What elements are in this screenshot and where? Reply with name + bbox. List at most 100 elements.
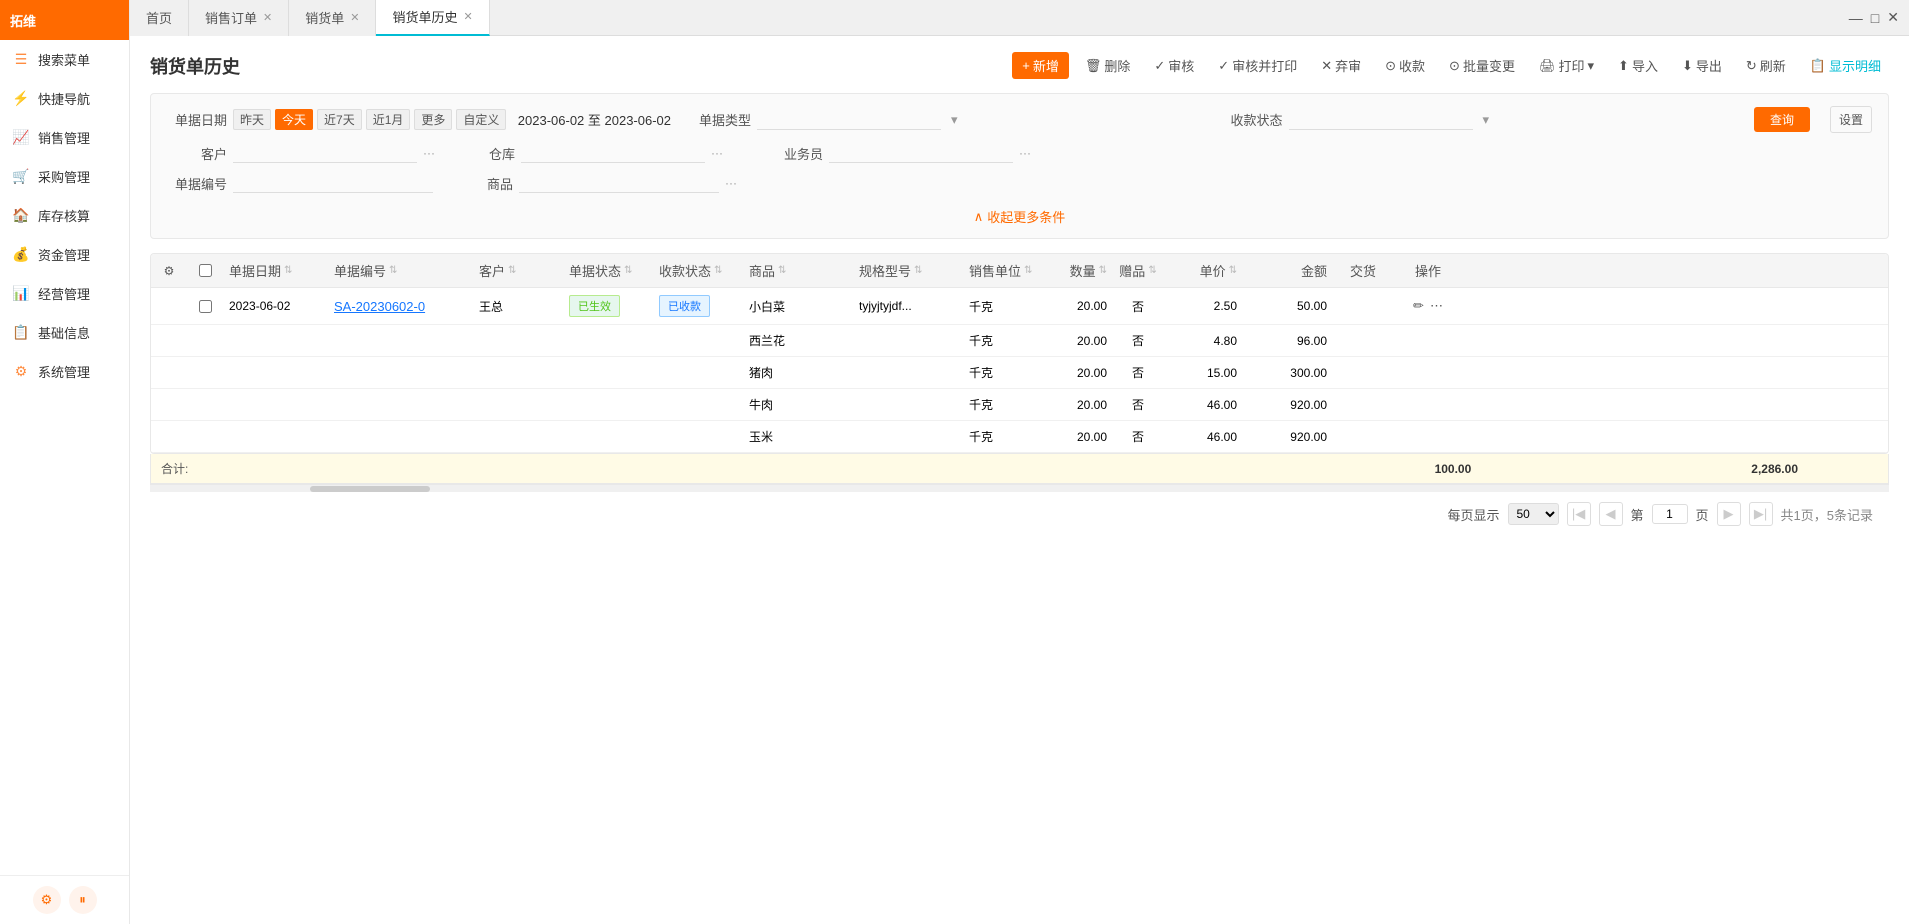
- row1-check[interactable]: [187, 288, 223, 324]
- per-page-select[interactable]: 50 100 200: [1508, 503, 1559, 525]
- th-spec[interactable]: 规格型号 ⇅: [853, 254, 963, 287]
- last7days-btn[interactable]: 近7天: [317, 109, 362, 130]
- biz-person-ellipsis[interactable]: ···: [1019, 146, 1031, 160]
- th-customer[interactable]: 客户 ⇅: [473, 254, 563, 287]
- sidebar-item-purchase-mgmt[interactable]: 🛒 采购管理: [0, 157, 129, 196]
- collapse-button[interactable]: ∧ 收起更多条件: [167, 203, 1872, 226]
- sidebar-item-search-menu[interactable]: ☰ 搜索菜单: [0, 40, 129, 79]
- tab-sales-order[interactable]: 销售订单 ✕: [189, 0, 289, 36]
- last-page-btn[interactable]: ▶|: [1749, 502, 1773, 526]
- filter-biz-person-input[interactable]: [829, 143, 1013, 163]
- tab-sales-delivery[interactable]: 销货单 ✕: [289, 0, 376, 36]
- export-button[interactable]: ⬇ 导出: [1674, 52, 1730, 79]
- th-qty[interactable]: 数量 ⇅: [1043, 254, 1113, 287]
- th-gift[interactable]: 赠品 ⇅: [1113, 254, 1163, 287]
- row1-gift: 否: [1113, 288, 1163, 324]
- more-btn[interactable]: 更多: [414, 109, 452, 130]
- last1month-btn[interactable]: 近1月: [366, 109, 411, 130]
- row1-edit-icon[interactable]: ✏: [1413, 298, 1424, 314]
- next-page-btn[interactable]: ▶: [1717, 502, 1741, 526]
- page-title: 销货单历史: [150, 53, 240, 79]
- row4-settings: [151, 389, 187, 420]
- th-goods[interactable]: 商品 ⇅: [743, 254, 853, 287]
- row5-trade: [1333, 421, 1393, 452]
- print-button[interactable]: 🖨 打印 ▾: [1531, 52, 1602, 79]
- close-btn-win[interactable]: ✕: [1887, 9, 1899, 26]
- row1-action-icons: ✏ ⋯: [1413, 298, 1443, 314]
- row1-num-link[interactable]: SA-20230602-0: [334, 299, 425, 314]
- approve-button[interactable]: ✓ 审核: [1146, 52, 1202, 79]
- maximize-btn[interactable]: □: [1871, 10, 1879, 26]
- th-price[interactable]: 单价 ⇅: [1163, 254, 1243, 287]
- th-status[interactable]: 单据状态 ⇅: [563, 254, 653, 287]
- collect-button[interactable]: ⊙ 收款: [1377, 52, 1433, 79]
- tab-home[interactable]: 首页: [130, 0, 189, 36]
- tab-sales-history-close[interactable]: ✕: [464, 10, 473, 23]
- new-button[interactable]: + 新增: [1012, 52, 1069, 79]
- price-sort-icon: ⇅: [1229, 265, 1237, 276]
- warehouse-ellipsis[interactable]: ···: [711, 146, 723, 160]
- row3-customer: [473, 357, 563, 388]
- filter-pay-status-input[interactable]: [1289, 110, 1473, 130]
- row4-trade: [1333, 389, 1393, 420]
- bottom-settings-icon[interactable]: ⚙: [33, 886, 61, 914]
- first-page-btn[interactable]: |◀: [1567, 502, 1591, 526]
- th-amount[interactable]: 金额: [1243, 254, 1333, 287]
- abandon-button[interactable]: ✕ 弃审: [1313, 52, 1369, 79]
- filter-goods-label: 商品: [453, 174, 513, 193]
- tab-sales-delivery-close[interactable]: ✕: [350, 11, 359, 24]
- sidebar-item-quick-nav[interactable]: ⚡ 快捷导航: [0, 79, 129, 118]
- prev-page-btn[interactable]: ◀: [1599, 502, 1623, 526]
- filter-warehouse-input[interactable]: [521, 143, 705, 163]
- delete-button[interactable]: 🗑 删除: [1077, 52, 1139, 79]
- filter-doc-type-input[interactable]: [757, 110, 941, 130]
- current-page-input[interactable]: [1652, 504, 1688, 524]
- filter-doc-num-input[interactable]: [233, 173, 433, 193]
- goods-ellipsis[interactable]: ···: [725, 176, 737, 190]
- th-unit[interactable]: 销售单位 ⇅: [963, 254, 1043, 287]
- filter-goods-input[interactable]: [519, 173, 719, 193]
- sidebar-item-sys-mgmt[interactable]: ⚙ 系统管理: [0, 352, 129, 391]
- filter-biz-person-item: 业务员 ···: [763, 143, 1031, 163]
- tab-sales-order-close[interactable]: ✕: [263, 11, 272, 24]
- filter-doc-type-label: 单据类型: [691, 110, 751, 129]
- row3-gift: 否: [1113, 357, 1163, 388]
- filter-date-label: 单据日期: [167, 110, 227, 129]
- row1-more-icon[interactable]: ⋯: [1430, 298, 1443, 314]
- settings-filter-button[interactable]: 设置: [1830, 106, 1872, 133]
- refresh-button[interactable]: ↻ 刷新: [1738, 52, 1794, 79]
- customer-ellipsis[interactable]: ···: [423, 146, 435, 160]
- sidebar-item-finance[interactable]: 💰 资金管理: [0, 235, 129, 274]
- tab-sales-history[interactable]: 销货单历史 ✕: [376, 0, 489, 36]
- sidebar-item-inventory[interactable]: 🏠 库存核算: [0, 196, 129, 235]
- row5-gift: 否: [1113, 421, 1163, 452]
- summary-label: 合计:: [161, 460, 221, 477]
- row3-settings: [151, 357, 187, 388]
- th-num[interactable]: 单据编号 ⇅: [328, 254, 473, 287]
- sidebar-item-basic-info[interactable]: 📋 基础信息: [0, 313, 129, 352]
- row1-num[interactable]: SA-20230602-0: [328, 288, 473, 324]
- batch-change-button[interactable]: ⊙ 批量变更: [1441, 52, 1523, 79]
- th-pay-status[interactable]: 收款状态 ⇅: [653, 254, 743, 287]
- filter-customer-input[interactable]: [233, 143, 417, 163]
- yesterday-btn[interactable]: 昨天: [233, 109, 271, 130]
- today-btn[interactable]: 今天: [275, 109, 313, 130]
- show-detail-button[interactable]: 📋 显示明细: [1802, 52, 1889, 79]
- th-trade[interactable]: 交货: [1333, 254, 1393, 287]
- horizontal-scrollbar[interactable]: [150, 484, 1889, 492]
- th-settings[interactable]: ⚙: [151, 254, 187, 287]
- sidebar-item-operation[interactable]: 📊 经营管理: [0, 274, 129, 313]
- scroll-thumb[interactable]: [310, 486, 430, 492]
- import-button[interactable]: ⬆ 导入: [1610, 52, 1666, 79]
- minimize-btn[interactable]: —: [1849, 10, 1863, 26]
- import-icon: ⬆: [1618, 58, 1629, 74]
- th-date[interactable]: 单据日期 ⇅: [223, 254, 328, 287]
- bottom-pause-icon[interactable]: ⏸: [69, 886, 97, 914]
- th-check[interactable]: [187, 254, 223, 287]
- select-all-checkbox[interactable]: [199, 264, 212, 277]
- custom-btn[interactable]: 自定义: [456, 109, 506, 130]
- row1-checkbox[interactable]: [199, 300, 212, 313]
- sidebar-item-sales-mgmt[interactable]: 📈 销售管理: [0, 118, 129, 157]
- query-button[interactable]: 查询: [1754, 107, 1810, 132]
- approve-print-button[interactable]: ✓ 审核并打印: [1210, 52, 1305, 79]
